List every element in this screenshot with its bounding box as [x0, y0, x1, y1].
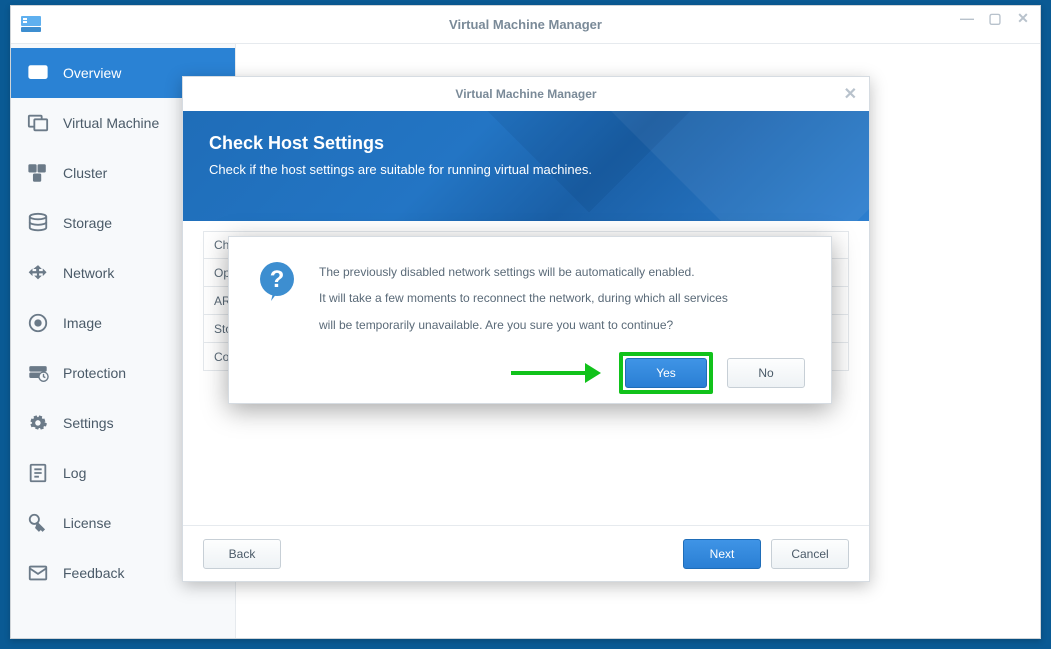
back-button[interactable]: Back [203, 539, 281, 569]
question-icon: ? [255, 259, 299, 303]
license-icon [27, 512, 49, 534]
feedback-icon [27, 562, 49, 584]
maximize-button[interactable]: ▢ [986, 10, 1004, 27]
sidebar-item-label: Virtual Machine [63, 115, 159, 131]
close-button[interactable]: ✕ [1014, 10, 1032, 27]
cancel-button[interactable]: Cancel [771, 539, 849, 569]
no-button[interactable]: No [727, 358, 805, 388]
app-icon [19, 12, 43, 36]
confirm-line: will be temporarily unavailable. Are you… [319, 312, 728, 338]
overview-icon [27, 62, 49, 84]
sidebar-item-label: Image [63, 315, 102, 331]
confirm-message: The previously disabled network settings… [319, 259, 728, 338]
sidebar-item-label: Protection [63, 365, 126, 381]
sidebar-item-label: License [63, 515, 111, 531]
settings-icon [27, 412, 49, 434]
wizard-heading: Check Host Settings [209, 133, 843, 154]
sidebar-item-label: Storage [63, 215, 112, 231]
next-button[interactable]: Next [683, 539, 761, 569]
sidebar-item-label: Network [63, 265, 114, 281]
wizard-titlebar: Virtual Machine Manager ✕ [183, 77, 869, 111]
confirm-line: It will take a few moments to reconnect … [319, 285, 728, 311]
window-title: Virtual Machine Manager [449, 17, 602, 32]
cluster-icon [27, 162, 49, 184]
minimize-button[interactable]: — [958, 10, 976, 27]
titlebar: Virtual Machine Manager — ▢ ✕ [11, 6, 1040, 44]
image-icon [27, 312, 49, 334]
annotation-highlight: Yes [619, 352, 713, 394]
sidebar-item-label: Cluster [63, 165, 107, 181]
wizard-title: Virtual Machine Manager [455, 87, 596, 101]
wizard-subheading: Check if the host settings are suitable … [209, 162, 843, 177]
network-icon [27, 262, 49, 284]
sidebar-item-label: Settings [63, 415, 114, 431]
wizard-banner: Check Host Settings Check if the host se… [183, 111, 869, 221]
wizard-footer: Back Next Cancel [183, 525, 869, 581]
sidebar-item-label: Overview [63, 65, 121, 81]
log-icon [27, 462, 49, 484]
sidebar-item-label: Log [63, 465, 86, 481]
confirm-line: The previously disabled network settings… [319, 259, 728, 285]
svg-text:?: ? [270, 266, 285, 293]
sidebar-item-label: Feedback [63, 565, 124, 581]
window-controls: — ▢ ✕ [958, 10, 1032, 27]
annotation-arrow [511, 368, 601, 378]
protection-icon [27, 362, 49, 384]
vm-icon [27, 112, 49, 134]
wizard-close-icon[interactable]: ✕ [844, 84, 857, 104]
yes-button[interactable]: Yes [625, 358, 707, 388]
confirm-dialog: ? The previously disabled network settin… [228, 236, 832, 404]
storage-icon [27, 212, 49, 234]
